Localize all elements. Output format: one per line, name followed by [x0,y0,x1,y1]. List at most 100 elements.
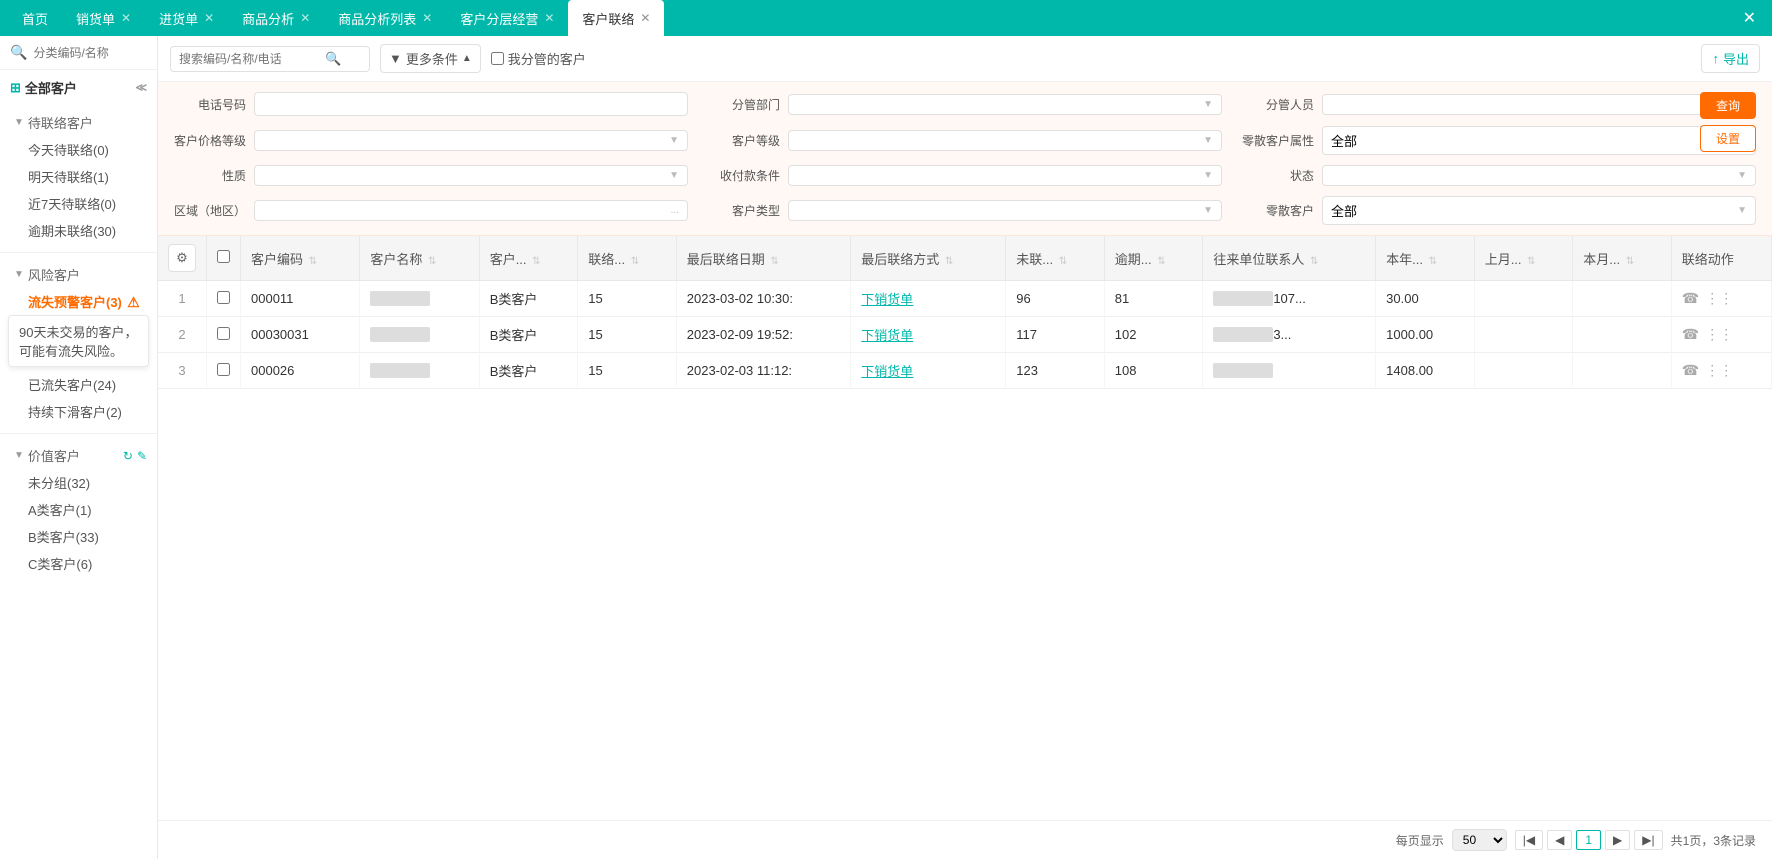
sort-annual-icon[interactable]: ⇅ [1429,256,1437,267]
sidebar-item-c-class[interactable]: C类客户(6) [0,550,157,577]
row-checkbox-2[interactable] [217,363,230,376]
tab-customer-contact[interactable]: 客户联络 ✕ [568,0,664,36]
tab-analysis-list-close[interactable]: ✕ [422,11,432,25]
dept-select[interactable]: ▼ [788,94,1222,115]
settings-button[interactable]: 设置 [1700,125,1756,152]
action-contact-icon-0[interactable]: ☎ [1682,290,1699,307]
action-more-icon-0[interactable]: ⋮⋮ [1705,290,1733,307]
tab-customer-layer[interactable]: 客户分层经营 ✕ [446,0,568,36]
sort-last-date-icon[interactable]: ⇅ [770,256,778,267]
retail-attr-select[interactable]: 全部 ▼ [1322,126,1756,155]
tab-sales-close[interactable]: ✕ [121,11,131,25]
value-refresh-icon[interactable]: ↻ [123,449,133,463]
value-customer-title[interactable]: ▼ 价值客户 ↻ ✎ [0,442,157,469]
select-all-checkbox[interactable] [217,250,230,263]
td-actions-1: ☎ ⋮⋮ [1671,317,1771,353]
td-seq-0: 1 [158,281,207,317]
dept-caret-icon: ▼ [1203,99,1213,110]
page-next-button[interactable]: ▶ [1605,830,1630,850]
cust-type-caret-icon: ▼ [1203,205,1213,216]
cust-level-caret-icon: ▼ [1203,135,1213,146]
last-type-link-2[interactable]: 下销货单 [861,364,913,379]
sort-contact-count-icon[interactable]: ⇅ [631,256,639,267]
retail-customer-select[interactable]: 全部 ▼ [1322,196,1756,225]
sidebar-item-churned[interactable]: 已流失客户(24) [0,371,157,398]
sidebar-item-today[interactable]: 今天待联络(0) [0,136,157,163]
sort-last-type-icon[interactable]: ⇅ [945,256,953,267]
export-button[interactable]: ↑ 导出 [1701,44,1760,73]
tab-analysis-list[interactable]: 商品分析列表 ✕ [324,0,446,36]
action-more-icon-2[interactable]: ⋮⋮ [1705,362,1733,379]
value-edit-icon[interactable]: ✎ [137,449,147,463]
page-last-button[interactable]: ▶| [1634,830,1662,850]
filter-search-button[interactable]: 🔍 [325,51,341,67]
person-select[interactable]: ... [1322,94,1756,115]
status-select[interactable]: ▼ [1322,165,1756,186]
action-contact-icon-2[interactable]: ☎ [1682,362,1699,379]
td-checkbox-1 [207,317,241,353]
table-settings-button[interactable]: ⚙ [168,244,196,272]
td-checkbox-0 [207,281,241,317]
page-size-select[interactable]: 50 100 200 [1452,829,1507,851]
sort-name-icon[interactable]: ⇅ [428,256,436,267]
action-contact-icon-1[interactable]: ☎ [1682,326,1699,343]
price-level-select[interactable]: ▼ [254,130,688,151]
sort-uncontacted-icon[interactable]: ⇅ [1059,256,1067,267]
sort-level-icon[interactable]: ⇅ [532,256,540,267]
region-select[interactable]: ... [254,200,688,221]
tab-purchase[interactable]: 进货单 ✕ [145,0,228,36]
sidebar-item-declining[interactable]: 持续下滑客户(2) [0,398,157,425]
last-type-link-1[interactable]: 下销货单 [861,328,913,343]
sort-overdue-icon[interactable]: ⇅ [1157,256,1165,267]
page-prev-button[interactable]: ◀ [1547,830,1572,850]
retail-customer-label: 零散客户 [1242,202,1314,219]
cust-type-select[interactable]: ▼ [788,200,1222,221]
tab-home[interactable]: 首页 [8,0,62,36]
td-last-month-1 [1474,317,1573,353]
window-close-icon[interactable]: ✕ [1735,8,1764,28]
tab-analysis-close[interactable]: ✕ [300,11,310,25]
risk-customer-title[interactable]: ▼ 风险客户 [0,261,157,288]
grid-icon: ⊞ [10,80,21,96]
sort-this-month-icon[interactable]: ⇅ [1626,256,1634,267]
pending-contact-title[interactable]: ▼ 待联络客户 [0,109,157,136]
row-checkbox-1[interactable] [217,327,230,340]
last-type-link-0[interactable]: 下销货单 [861,292,913,307]
sort-last-month-icon[interactable]: ⇅ [1527,256,1535,267]
sidebar-search-input[interactable] [33,46,158,60]
query-button[interactable]: 查询 [1700,92,1756,119]
nature-select[interactable]: ▼ [254,165,688,186]
sidebar-item-b-class[interactable]: B类客户(33) [0,523,157,550]
all-customers-header[interactable]: ⊞ 全部客户 ≪ [0,70,157,105]
page-first-button[interactable]: |◀ [1515,830,1543,850]
sort-code-icon[interactable]: ⇅ [309,256,317,267]
td-checkbox-2 [207,353,241,389]
td-level-1: B类客户 [479,317,578,353]
tab-purchase-close[interactable]: ✕ [204,11,214,25]
payment-select[interactable]: ▼ [788,165,1222,186]
sidebar-item-churn-warning[interactable]: 流失预警客户(3) ⚠ [0,288,157,315]
customer-table: ⚙ 客户编码 ⇅ 客户名称 ⇅ [158,236,1772,389]
tab-customer-layer-close[interactable]: ✕ [544,11,554,25]
action-more-icon-1[interactable]: ⋮⋮ [1705,326,1733,343]
sidebar-item-a-class[interactable]: A类客户(1) [0,496,157,523]
table-row: 1 000011 B类客户 15 2023-03-02 10:30: 下销货单 … [158,281,1772,317]
td-level-0: B类客户 [479,281,578,317]
row-checkbox-0[interactable] [217,291,230,304]
sidebar-item-ungrouped[interactable]: 未分组(32) [0,469,157,496]
export-icon: ↑ [1712,51,1719,66]
sidebar-item-7days[interactable]: 近7天待联络(0) [0,190,157,217]
cust-level-select[interactable]: ▼ [788,130,1222,151]
page-navigation: |◀ ◀ 1 ▶ ▶| [1515,830,1663,850]
my-customers-checkbox[interactable] [491,52,504,65]
filter-more-button[interactable]: ▼ 更多条件 ▲ [380,44,481,73]
tab-analysis[interactable]: 商品分析 ✕ [228,0,324,36]
filter-search-input[interactable] [179,52,319,66]
tab-customer-contact-close[interactable]: ✕ [640,11,650,25]
tab-sales[interactable]: 销货单 ✕ [62,0,145,36]
sort-contact-person-icon[interactable]: ⇅ [1310,256,1318,267]
sidebar-item-tomorrow[interactable]: 明天待联络(1) [0,163,157,190]
phone-input[interactable] [254,92,688,116]
td-uncontacted-2: 123 [1006,353,1105,389]
sidebar-item-overdue[interactable]: 逾期未联络(30) [0,217,157,244]
